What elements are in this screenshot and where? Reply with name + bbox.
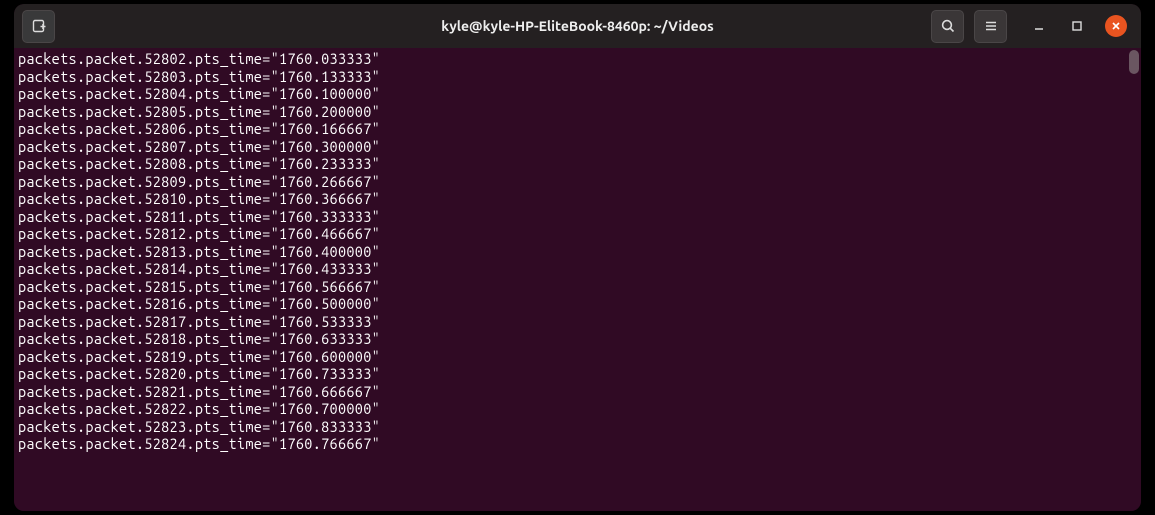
terminal-line: packets.packet.52817.pts_time="1760.5333… [18, 313, 1137, 331]
terminal-line: packets.packet.52815.pts_time="1760.5666… [18, 278, 1137, 296]
maximize-icon [1071, 20, 1083, 32]
search-button[interactable] [931, 10, 964, 43]
terminal-line: packets.packet.52805.pts_time="1760.2000… [18, 103, 1137, 121]
minimize-button[interactable] [1029, 16, 1049, 36]
terminal-window: kyle@kyle-HP-EliteBook-8460p: ~/Videos [14, 4, 1141, 511]
terminal-line: packets.packet.52820.pts_time="1760.7333… [18, 365, 1137, 383]
window-controls [1029, 15, 1127, 37]
terminal-body[interactable]: packets.packet.52802.pts_time="1760.0333… [14, 48, 1141, 511]
terminal-line: packets.packet.52824.pts_time="1760.7666… [18, 435, 1137, 453]
terminal-line: packets.packet.52809.pts_time="1760.2666… [18, 173, 1137, 191]
terminal-line: packets.packet.52812.pts_time="1760.4666… [18, 225, 1137, 243]
hamburger-icon [983, 18, 999, 34]
window-title: kyle@kyle-HP-EliteBook-8460p: ~/Videos [441, 18, 713, 34]
search-icon [940, 18, 956, 34]
minimize-icon [1033, 20, 1045, 32]
terminal-line: packets.packet.52816.pts_time="1760.5000… [18, 295, 1137, 313]
titlebar-left [22, 10, 61, 43]
terminal-line: packets.packet.52819.pts_time="1760.6000… [18, 348, 1137, 366]
terminal-line: packets.packet.52818.pts_time="1760.6333… [18, 330, 1137, 348]
close-icon [1111, 21, 1121, 31]
terminal-line: packets.packet.52823.pts_time="1760.8333… [18, 418, 1137, 436]
menu-button[interactable] [974, 10, 1007, 43]
terminal-line: packets.packet.52821.pts_time="1760.6666… [18, 383, 1137, 401]
terminal-line: packets.packet.52814.pts_time="1760.4333… [18, 260, 1137, 278]
terminal-line: packets.packet.52813.pts_time="1760.4000… [18, 243, 1137, 261]
titlebar[interactable]: kyle@kyle-HP-EliteBook-8460p: ~/Videos [14, 4, 1141, 48]
close-button[interactable] [1105, 15, 1127, 37]
maximize-button[interactable] [1067, 16, 1087, 36]
terminal-line: packets.packet.52810.pts_time="1760.3666… [18, 190, 1137, 208]
terminal-line: packets.packet.52806.pts_time="1760.1666… [18, 120, 1137, 138]
terminal-line: packets.packet.52802.pts_time="1760.0333… [18, 50, 1137, 68]
terminal-line: packets.packet.52808.pts_time="1760.2333… [18, 155, 1137, 173]
terminal-line: packets.packet.52803.pts_time="1760.1333… [18, 68, 1137, 86]
new-tab-icon [31, 18, 47, 34]
terminal-line: packets.packet.52804.pts_time="1760.1000… [18, 85, 1137, 103]
terminal-output: packets.packet.52802.pts_time="1760.0333… [18, 50, 1137, 453]
terminal-line: packets.packet.52807.pts_time="1760.3000… [18, 138, 1137, 156]
terminal-line: packets.packet.52811.pts_time="1760.3333… [18, 208, 1137, 226]
terminal-line: packets.packet.52822.pts_time="1760.7000… [18, 400, 1137, 418]
scrollbar-thumb[interactable] [1129, 50, 1139, 74]
titlebar-right [931, 10, 1133, 43]
new-tab-button[interactable] [22, 10, 55, 43]
